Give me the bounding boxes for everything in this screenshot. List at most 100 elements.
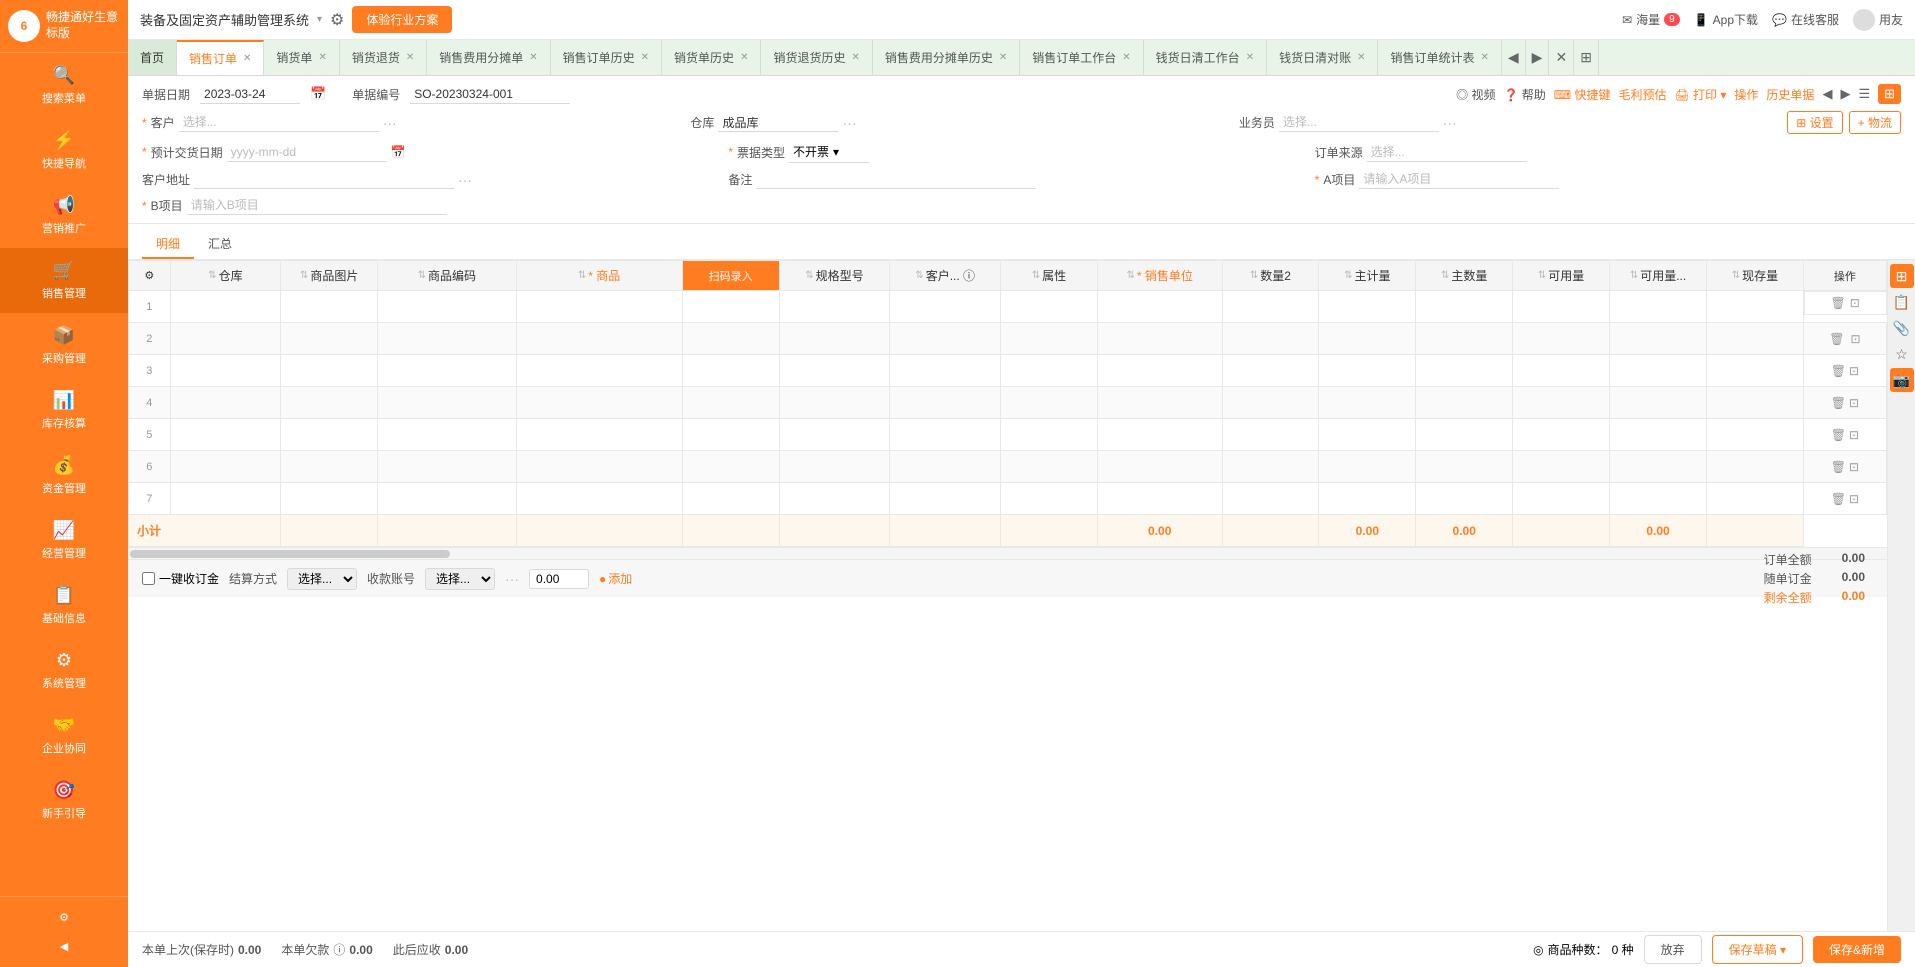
user-btn[interactable]: 用友 [1853, 9, 1903, 31]
row-2-attr[interactable] [1001, 323, 1098, 355]
tab-sales-fee-split[interactable]: 销售费用分摊单 ✕ [427, 40, 550, 75]
tab-close-cash-daily[interactable]: ✕ [1246, 52, 1254, 63]
row-4-unit[interactable] [1097, 387, 1222, 419]
tab-cash-reconcile[interactable]: 钱货日清对账 ✕ [1267, 40, 1378, 75]
tab-menu-btn[interactable]: ⊞ [1574, 40, 1599, 75]
shortcut-action[interactable]: ⌨ 快捷键 [1554, 86, 1611, 103]
save-new-btn[interactable]: 保存&新增 [1813, 936, 1901, 963]
row-4-image[interactable] [281, 387, 378, 419]
tab-summary[interactable]: 汇总 [194, 230, 246, 259]
row-6-qty2[interactable] [1222, 451, 1319, 483]
tab-sales-refund-hist[interactable]: 销货退货历史 ✕ [761, 40, 872, 75]
delivery-date-input[interactable] [227, 143, 387, 162]
row-3-stock[interactable] [1706, 355, 1803, 387]
tab-close-sales-return[interactable]: ✕ [318, 52, 326, 63]
topbar-settings-icon[interactable]: ⚙ [330, 10, 344, 30]
sidebar-item-inventory[interactable]: 📊 库存核算 [0, 378, 128, 443]
row-1-munit[interactable] [1319, 291, 1416, 323]
row-5-scan[interactable] [682, 419, 779, 451]
quick-settlement-checkbox-label[interactable]: 一键收订金 [142, 570, 219, 587]
message-btn[interactable]: ✉ 海量 9 [1622, 11, 1680, 28]
tab-sales-order[interactable]: 销售订单 ✕ [177, 40, 264, 75]
row-5-unit[interactable] [1097, 419, 1222, 451]
sort-icon-avail[interactable]: ⇅ [1538, 270, 1546, 281]
row-7-name[interactable] [516, 483, 682, 515]
sort-icon-image[interactable]: ⇅ [300, 270, 308, 281]
staff-dots[interactable]: ··· [1443, 115, 1457, 131]
row-4-delete-icon[interactable]: 🗑 [1831, 396, 1846, 410]
row-3-attr[interactable] [1001, 355, 1098, 387]
row-2-copy-icon[interactable]: ⊡ [1851, 332, 1861, 346]
row-7-munit[interactable] [1319, 483, 1416, 515]
row-4-scan[interactable] [682, 387, 779, 419]
address-input[interactable] [194, 170, 454, 189]
top-prev-btn[interactable]: ◀ [1822, 86, 1832, 102]
row-7-action[interactable]: 🗑⊡ [1803, 483, 1886, 515]
a-project-input[interactable] [1359, 170, 1559, 189]
sidebar-item-purchase[interactable]: 📦 采购管理 [0, 313, 128, 378]
solution-btn[interactable]: 体验行业方案 [352, 6, 452, 33]
row-6-action[interactable]: 🗑⊡ [1803, 451, 1886, 483]
row-4-munit[interactable] [1319, 387, 1416, 419]
tab-close-sales-refund[interactable]: ✕ [406, 52, 414, 63]
tab-close-sales-refund-hist[interactable]: ✕ [851, 52, 859, 63]
save-draft-btn[interactable]: 保存草稿 ▾ [1712, 935, 1803, 964]
row-7-ccode[interactable] [890, 483, 1001, 515]
bank-dots[interactable]: ··· [505, 571, 519, 587]
row-6-name[interactable] [516, 451, 682, 483]
row-3-code[interactable] [378, 355, 516, 387]
customer-dots[interactable]: ··· [383, 115, 397, 131]
row-6-image[interactable] [281, 451, 378, 483]
sidebar-item-marketing[interactable]: 📢 营销推广 [0, 183, 128, 248]
row-2-scan[interactable] [682, 323, 779, 355]
date-calendar-icon[interactable]: 📅 [310, 86, 326, 102]
row-3-avail[interactable] [1513, 355, 1610, 387]
row-4-qty2[interactable] [1222, 387, 1319, 419]
print-action[interactable]: 🖨 打印 ▾ [1674, 86, 1726, 103]
tab-prev-btn[interactable]: ◀ [1502, 40, 1526, 75]
row-4-ccode[interactable] [890, 387, 1001, 419]
addrow-btn[interactable]: + 物流 [1849, 111, 1901, 134]
row-7-avail[interactable] [1513, 483, 1610, 515]
invoice-select[interactable]: 不开票 ▾ [789, 141, 869, 163]
order-no-field[interactable] [410, 85, 570, 104]
tab-sales-order-work[interactable]: 销售订单工作台 ✕ [1020, 40, 1143, 75]
sidebar-item-finance[interactable]: 💰 资金管理 [0, 443, 128, 508]
tab-sales-stat[interactable]: 销售订单统计表 ✕ [1378, 40, 1501, 75]
tab-close-all-btn[interactable]: ✕ [1549, 40, 1574, 75]
tab-detail[interactable]: 明细 [142, 230, 194, 259]
row-5-attr[interactable] [1001, 419, 1098, 451]
amount-input[interactable] [529, 569, 589, 589]
scroll-thumb[interactable] [130, 550, 450, 558]
tab-home[interactable]: 首页 [128, 40, 177, 75]
row-7-scan[interactable] [682, 483, 779, 515]
top-list-btn[interactable]: ☰ [1858, 86, 1870, 102]
tab-sales-fee-hist[interactable]: 销售费用分摊单历史 ✕ [873, 40, 1020, 75]
debt-info-icon[interactable]: ⓘ [333, 941, 345, 958]
row-1-spec[interactable] [779, 291, 890, 323]
row-2-stock[interactable] [1706, 323, 1803, 355]
row-2-mqty[interactable] [1416, 323, 1513, 355]
row-7-avail2[interactable] [1610, 483, 1707, 515]
row-5-name[interactable] [516, 419, 682, 451]
row-7-qty2[interactable] [1222, 483, 1319, 515]
online-service-btn[interactable]: 💬 在线客服 [1772, 11, 1839, 28]
tab-close-sales-order-work[interactable]: ✕ [1122, 52, 1130, 63]
row-5-image[interactable] [281, 419, 378, 451]
row-2-image[interactable] [281, 323, 378, 355]
sidebar-collapse-btn[interactable]: ◀ [54, 934, 74, 959]
help-action[interactable]: ❓ 帮助 [1504, 86, 1546, 103]
right-panel-attach-icon[interactable]: 📎 [1890, 316, 1914, 340]
row-2-code[interactable] [378, 323, 516, 355]
order-source-input[interactable] [1367, 143, 1527, 162]
sidebar-item-enterprise[interactable]: 🤝 企业协同 [0, 703, 128, 768]
row-3-image[interactable] [281, 355, 378, 387]
row-1-avail2[interactable] [1610, 291, 1707, 323]
row-7-code[interactable] [378, 483, 516, 515]
row-7-image[interactable] [281, 483, 378, 515]
row-3-action[interactable]: 🗑⊡ [1803, 355, 1886, 387]
row-3-delete-icon[interactable]: 🗑 [1831, 364, 1846, 378]
view-action[interactable]: ◎ 视频 [1456, 86, 1495, 103]
sort-icon-unit[interactable]: ⇅ [1127, 270, 1135, 281]
settings-btn[interactable]: ⊞ 设置 [1787, 111, 1842, 134]
